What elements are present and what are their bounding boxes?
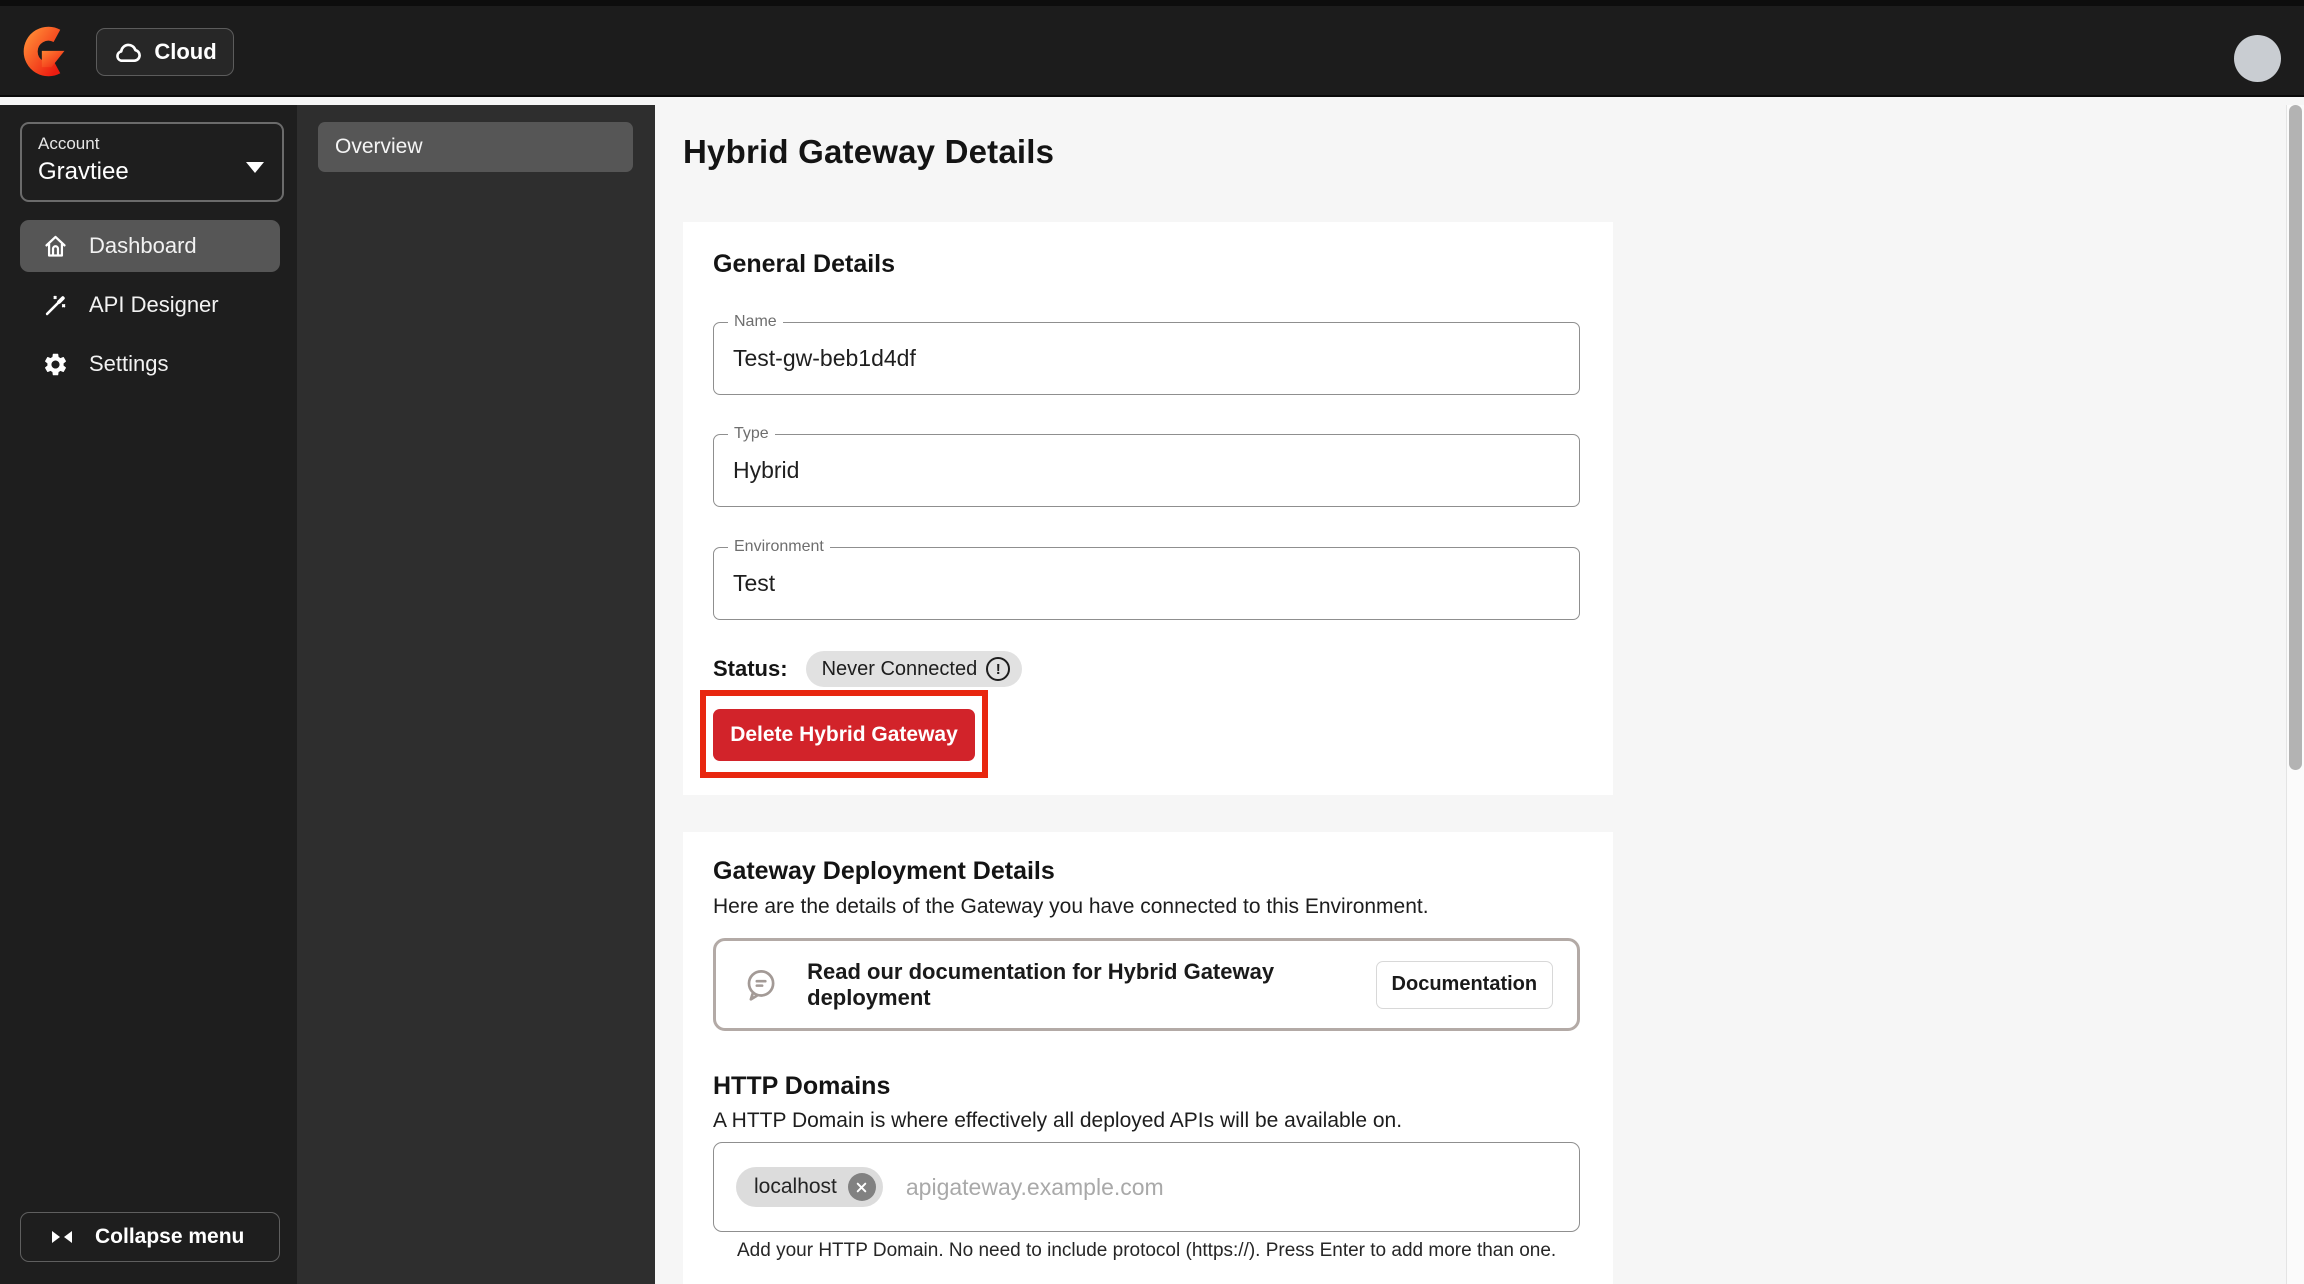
primary-sidebar: Account Gravtiee Dashboard API Designer — [0, 105, 297, 1284]
deployment-subtitle: Here are the details of the Gateway you … — [713, 895, 1429, 918]
account-selector-value: Gravtiee — [38, 158, 129, 185]
http-domains-field[interactable]: localhost — [713, 1142, 1580, 1232]
cloud-button-label: Cloud — [154, 39, 217, 64]
secondary-sidebar: Overview — [297, 105, 655, 1284]
http-domains-heading: HTTP Domains — [713, 1072, 891, 1100]
chat-bubble-icon — [747, 969, 775, 1001]
top-bar: Cloud — [0, 0, 2304, 97]
cloud-product-button[interactable]: Cloud — [96, 28, 234, 76]
alert-circle-icon: ! — [986, 657, 1011, 681]
delete-hybrid-gateway-button[interactable]: Delete Hybrid Gateway — [713, 709, 975, 761]
cloud-icon — [116, 43, 142, 62]
sidebar-item-dashboard[interactable]: Dashboard — [20, 220, 280, 272]
account-selector[interactable]: Account Gravtiee — [20, 122, 284, 202]
sidebar-item-api-designer[interactable]: API Designer — [20, 279, 280, 331]
name-field[interactable]: Name — [713, 313, 1580, 395]
home-icon — [45, 235, 66, 257]
scrollbar-thumb[interactable] — [2289, 105, 2302, 770]
deployment-heading: Gateway Deployment Details — [713, 857, 1055, 885]
domain-chip-label: localhost — [754, 1175, 837, 1198]
remove-domain-icon[interactable] — [847, 1173, 876, 1201]
type-field[interactable]: Type — [713, 425, 1580, 507]
page-title: Hybrid Gateway Details — [683, 133, 1055, 170]
name-input[interactable] — [714, 323, 1579, 394]
status-badge-text: Never Connected — [821, 657, 978, 680]
documentation-button[interactable]: Documentation — [1375, 960, 1553, 1009]
documentation-banner-text: Read our documentation for Hybrid Gatewa… — [807, 958, 1275, 1010]
gravitee-logo-icon[interactable] — [18, 24, 70, 80]
collapse-menu-label: Collapse menu — [95, 1225, 245, 1248]
scrollbar-track[interactable] — [2286, 105, 2304, 1284]
documentation-banner: Read our documentation for Hybrid Gatewa… — [713, 938, 1580, 1031]
user-avatar[interactable] — [2234, 35, 2281, 82]
general-details-card: General Details Name Type Environment St… — [683, 222, 1613, 795]
account-selector-label: Account — [38, 134, 100, 153]
collapse-menu-button[interactable]: Collapse menu — [20, 1212, 280, 1262]
environment-input[interactable] — [714, 548, 1579, 619]
deployment-details-card: Gateway Deployment Details Here are the … — [683, 832, 1613, 1284]
domain-input[interactable] — [905, 1173, 1579, 1201]
magic-wand-icon — [45, 295, 66, 315]
subnav-item-label: Overview — [335, 135, 423, 158]
environment-field[interactable]: Environment — [713, 538, 1580, 620]
type-input[interactable] — [714, 435, 1579, 506]
domain-chip-localhost: localhost — [736, 1167, 883, 1207]
chevron-down-icon — [246, 162, 264, 173]
status-label: Status: — [713, 656, 788, 681]
main-content: Hybrid Gateway Details General Details N… — [655, 105, 2304, 1284]
http-domains-hint: Add your HTTP Domain. No need to include… — [737, 1240, 1557, 1261]
gear-icon — [44, 353, 67, 375]
http-domains-subtitle: A HTTP Domain is where effectively all d… — [713, 1109, 1403, 1132]
status-badge: Never Connected ! — [805, 651, 1023, 687]
subnav-item-overview[interactable]: Overview — [318, 122, 633, 172]
sidebar-item-label: Dashboard — [89, 233, 197, 258]
collapse-icon — [52, 1231, 72, 1243]
general-details-heading: General Details — [713, 250, 896, 278]
sidebar-item-settings[interactable]: Settings — [20, 338, 280, 390]
sidebar-item-label: Settings — [89, 351, 169, 376]
status-row: Status: Never Connected ! — [713, 650, 1023, 688]
sidebar-nav: Dashboard API Designer Settings — [20, 220, 280, 397]
sidebar-item-label: API Designer — [89, 292, 219, 317]
